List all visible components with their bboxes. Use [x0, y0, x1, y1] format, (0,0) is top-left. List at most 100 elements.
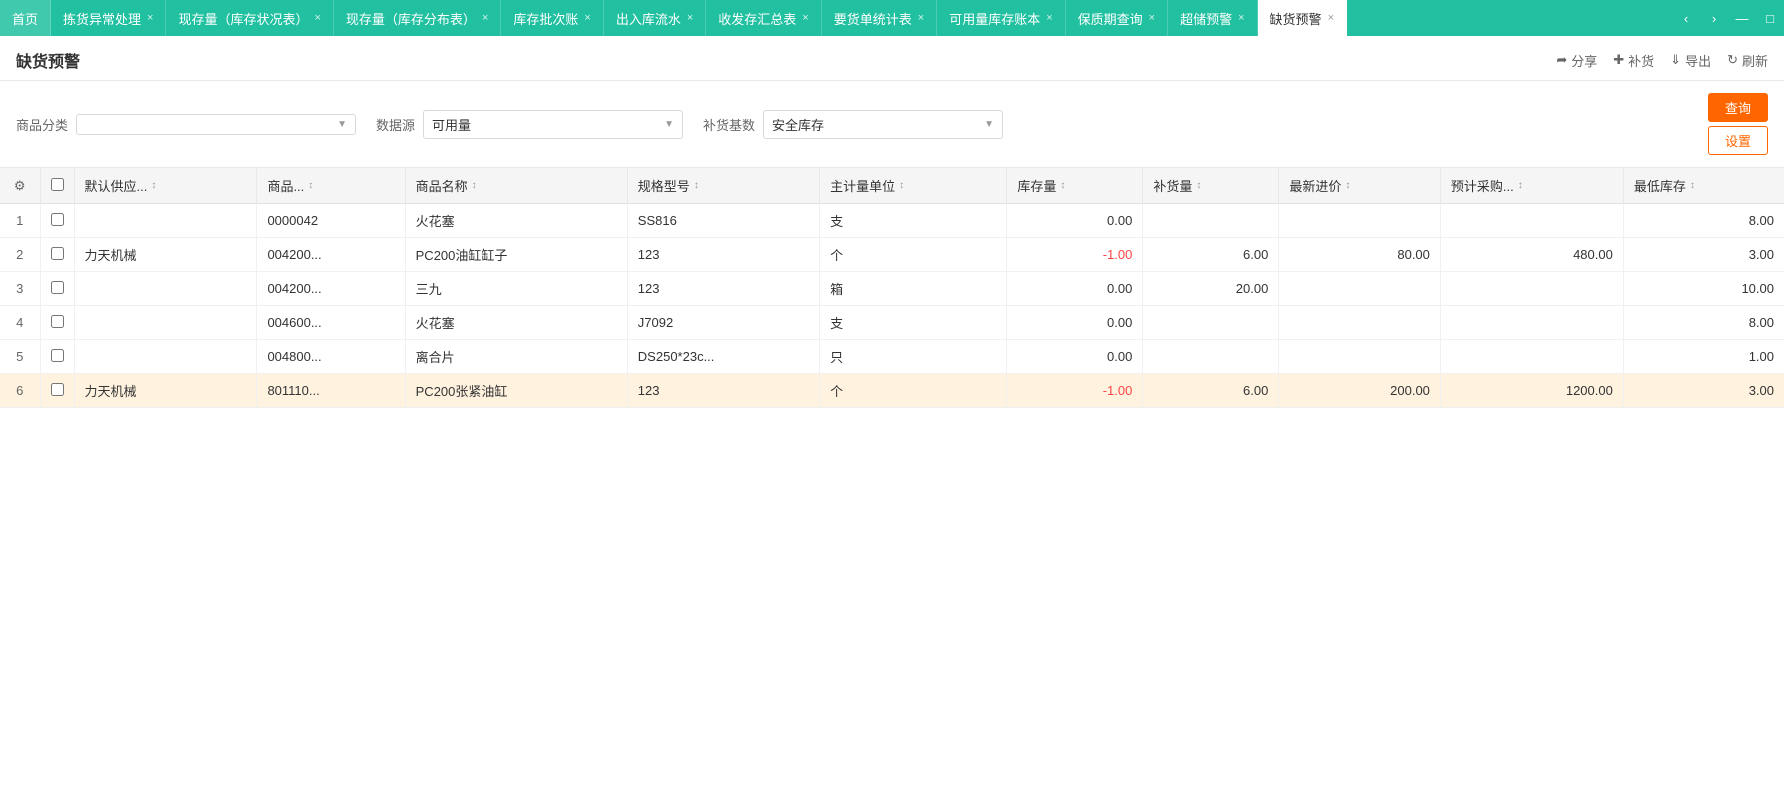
export-btn[interactable]: ⇓ 导出	[1670, 51, 1711, 70]
row-name: 火花塞	[405, 204, 627, 238]
tab-minimize-btn[interactable]: —	[1728, 0, 1756, 36]
tab-available-ledger[interactable]: 可用量库存账本×	[937, 0, 1065, 36]
replenish-btn[interactable]: ✚ 补货	[1613, 51, 1654, 70]
row-supplier: 力天机械	[74, 238, 257, 272]
row-replenish-qty: 20.00	[1143, 272, 1279, 306]
table-container: ⚙ 默认供应... ↕ 商品... ↕	[0, 168, 1784, 408]
row-min-stock: 10.00	[1623, 272, 1784, 306]
tab-close-available-ledger[interactable]: ×	[1046, 12, 1052, 24]
refresh-btn[interactable]: ↻ 刷新	[1727, 51, 1768, 70]
tab-label-order-stats: 要货单统计表	[834, 9, 912, 28]
tab-receipt-summary[interactable]: 收发存汇总表 ×	[706, 0, 821, 36]
row-num: 1	[0, 204, 40, 238]
row-num: 2	[0, 238, 40, 272]
row-min-stock: 8.00	[1623, 306, 1784, 340]
row-stock-qty: 0.00	[1007, 272, 1143, 306]
datasource-arrow-icon: ▼	[664, 119, 674, 130]
tab-home[interactable]: 首页	[0, 0, 51, 36]
th-spec: 规格型号 ↕	[627, 168, 819, 204]
tab-shortage[interactable]: 缺货预警 ×	[1258, 0, 1347, 36]
tab-maximize-btn[interactable]: □	[1756, 0, 1784, 36]
row-checkbox[interactable]	[51, 315, 64, 328]
row-checkbox[interactable]	[51, 247, 64, 260]
tab-inventory-dist[interactable]: 现存量（库存分布表）×	[334, 0, 501, 36]
tab-inventory-status[interactable]: 现存量（库存状况表） ×	[166, 0, 333, 36]
row-check[interactable]	[40, 204, 74, 238]
row-min-stock: 1.00	[1623, 340, 1784, 374]
replenish-icon: ✚	[1613, 52, 1624, 68]
row-name: 三九	[405, 272, 627, 306]
row-num: 6	[0, 374, 40, 408]
tab-exception[interactable]: 拣货异常处理×	[51, 0, 166, 36]
tab-batch-account[interactable]: 库存批次账 ×	[501, 0, 603, 36]
row-checkbox[interactable]	[51, 349, 64, 362]
tab-close-inventory-status[interactable]: ×	[314, 12, 320, 24]
row-code: 004800...	[257, 340, 405, 374]
tab-overstock[interactable]: 超储预警 ×	[1168, 0, 1257, 36]
row-check[interactable]	[40, 374, 74, 408]
row-est-purchase	[1440, 306, 1623, 340]
tab-label-shortage: 缺货预警	[1270, 9, 1322, 28]
replenish-basis-select[interactable]: 安全库存 ▼	[763, 110, 1003, 139]
tab-label-receipt-summary: 收发存汇总表	[718, 9, 796, 28]
tab-prev-btn[interactable]: ‹	[1672, 0, 1700, 36]
row-name: PC200油缸缸子	[405, 238, 627, 272]
th-unit: 主计量单位 ↕	[820, 168, 1007, 204]
row-spec: 123	[627, 238, 819, 272]
tab-label-expiry-query: 保质期查询	[1078, 9, 1143, 28]
select-all-checkbox[interactable]	[51, 178, 64, 191]
row-min-stock: 8.00	[1623, 204, 1784, 238]
category-label: 商品分类	[16, 115, 68, 134]
row-code: 0000042	[257, 204, 405, 238]
tab-expiry-query[interactable]: 保质期查询 ×	[1066, 0, 1168, 36]
row-supplier	[74, 272, 257, 306]
sort-icon-code: ↕	[308, 180, 313, 191]
th-replenish-qty: 补货量 ↕	[1143, 168, 1279, 204]
row-stock-qty: 0.00	[1007, 204, 1143, 238]
row-unit: 箱	[820, 272, 1007, 306]
tab-close-receipt-summary[interactable]: ×	[802, 12, 808, 24]
row-supplier	[74, 306, 257, 340]
refresh-icon: ↻	[1727, 52, 1738, 68]
row-checkbox[interactable]	[51, 383, 64, 396]
datasource-label: 数据源	[376, 115, 415, 134]
row-replenish-qty: 6.00	[1143, 238, 1279, 272]
row-latest-price	[1279, 272, 1441, 306]
share-btn[interactable]: ➦ 分享	[1556, 51, 1597, 70]
row-code: 004600...	[257, 306, 405, 340]
row-checkbox[interactable]	[51, 281, 64, 294]
row-est-purchase	[1440, 272, 1623, 306]
page-title: 缺货预警	[16, 48, 80, 72]
tab-close-exception[interactable]: ×	[147, 12, 153, 24]
row-check[interactable]	[40, 340, 74, 374]
row-check[interactable]	[40, 272, 74, 306]
query-button[interactable]: 查询	[1708, 93, 1768, 122]
row-num: 3	[0, 272, 40, 306]
tab-close-inventory-dist[interactable]: ×	[482, 12, 488, 24]
datasource-select[interactable]: 可用量 ▼	[423, 110, 683, 139]
tab-close-expiry-query[interactable]: ×	[1149, 12, 1155, 24]
page-header: 缺货预警 ➦ 分享 ✚ 补货 ⇓ 导出 ↻ 刷新	[0, 36, 1784, 81]
tab-inout-flow[interactable]: 出入库流水×	[604, 0, 706, 36]
row-latest-price	[1279, 204, 1441, 238]
tab-order-stats[interactable]: 要货单统计表 ×	[822, 0, 937, 36]
tab-label-overstock: 超储预警	[1180, 9, 1232, 28]
tab-close-batch-account[interactable]: ×	[584, 12, 590, 24]
tab-close-order-stats[interactable]: ×	[918, 12, 924, 24]
row-checkbox[interactable]	[51, 213, 64, 226]
tab-close-shortage[interactable]: ×	[1328, 12, 1334, 24]
replenish-label: 补货	[1628, 51, 1654, 70]
tab-label-inventory-status: 现存量（库存状况表）	[178, 9, 308, 28]
tab-label-batch-account: 库存批次账	[513, 9, 578, 28]
settings-button[interactable]: 设置	[1708, 126, 1768, 155]
th-est-purchase: 预计采购... ↕	[1440, 168, 1623, 204]
tab-close-overstock[interactable]: ×	[1238, 12, 1244, 24]
category-select[interactable]: ▼	[76, 114, 356, 135]
row-check[interactable]	[40, 306, 74, 340]
row-spec: DS250*23c...	[627, 340, 819, 374]
row-check[interactable]	[40, 238, 74, 272]
column-settings-icon[interactable]: ⚙	[14, 178, 26, 194]
tab-next-btn[interactable]: ›	[1700, 0, 1728, 36]
tab-close-inout-flow[interactable]: ×	[687, 12, 693, 24]
row-unit: 只	[820, 340, 1007, 374]
